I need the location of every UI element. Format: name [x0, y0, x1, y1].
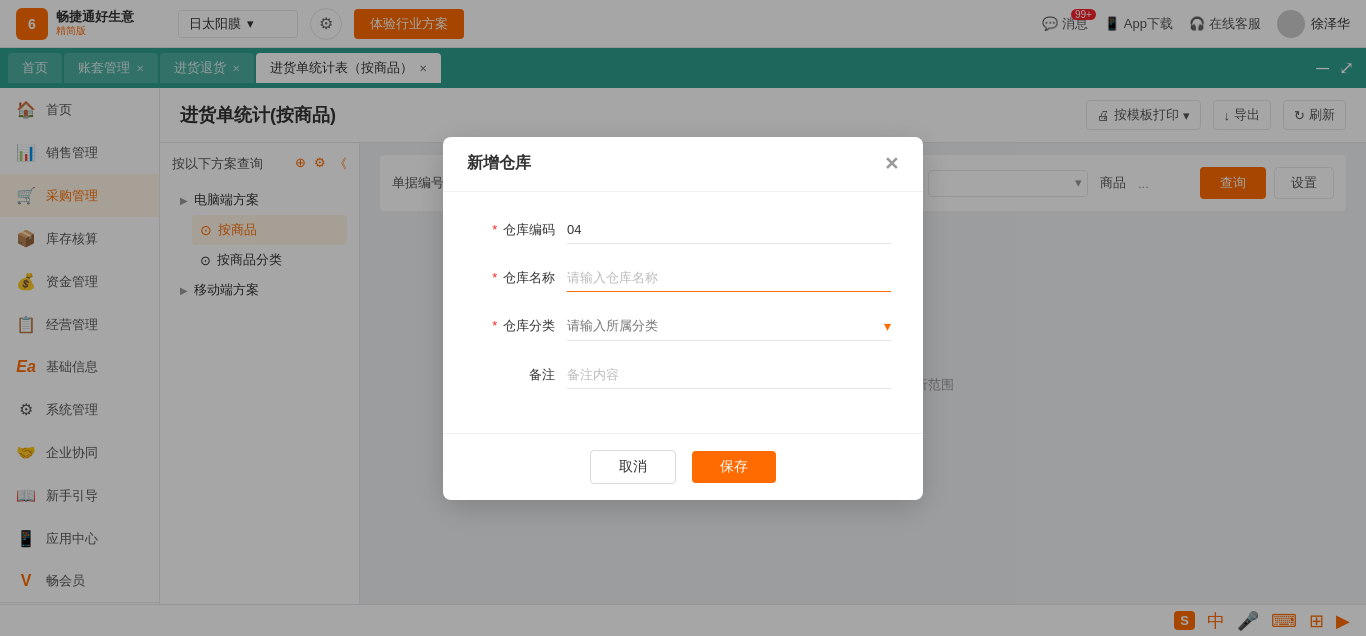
form-input-remark[interactable]	[567, 361, 891, 389]
modal-body: * 仓库编码 * 仓库名称 * 仓库分类	[443, 192, 923, 433]
form-row-code: * 仓库编码	[475, 216, 891, 244]
form-select-category-input[interactable]	[567, 318, 884, 333]
chevron-category-icon: ▾	[884, 318, 891, 334]
form-row-remark: 备注	[475, 361, 891, 389]
modal-add-warehouse: 新增仓库 ✕ * 仓库编码 * 仓库名称	[443, 137, 923, 500]
modal-title: 新增仓库	[467, 153, 531, 174]
cancel-button[interactable]: 取消	[590, 450, 676, 484]
save-button[interactable]: 保存	[692, 451, 776, 483]
modal-overlay[interactable]: 新增仓库 ✕ * 仓库编码 * 仓库名称	[0, 0, 1366, 636]
form-select-category[interactable]: ▾	[567, 312, 891, 341]
modal-close-button[interactable]: ✕	[884, 153, 899, 175]
form-input-code[interactable]	[567, 216, 891, 244]
form-label-name: * 仓库名称	[475, 269, 555, 287]
form-label-category: * 仓库分类	[475, 317, 555, 335]
form-input-name[interactable]	[567, 264, 891, 292]
form-label-remark: 备注	[475, 366, 555, 384]
modal-header: 新增仓库 ✕	[443, 137, 923, 192]
form-row-category: * 仓库分类 ▾	[475, 312, 891, 341]
modal-footer: 取消 保存	[443, 433, 923, 500]
form-row-name: * 仓库名称	[475, 264, 891, 292]
form-label-code: * 仓库编码	[475, 221, 555, 239]
